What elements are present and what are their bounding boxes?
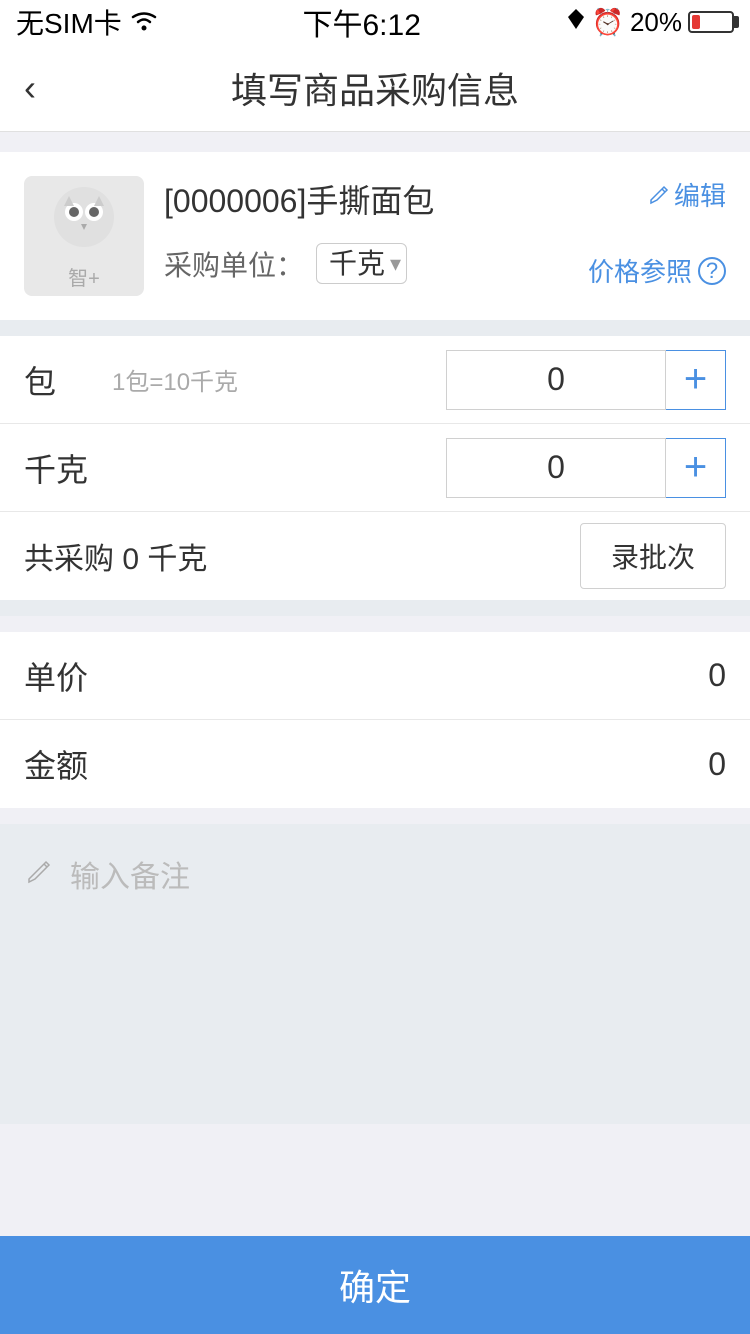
price-row-unit: 单价 0 xyxy=(0,632,750,720)
edit-label: 编辑 xyxy=(674,176,726,213)
price-row-amount: 金额 0 xyxy=(0,720,750,808)
product-card: 智+ [0000006]手撕面包 编辑 采购单位： 千克 包 xyxy=(0,152,750,320)
unit-price-label: 单价 xyxy=(24,653,88,699)
quantity-row-kg: 千克 + xyxy=(0,424,750,512)
divider-1 xyxy=(0,320,750,336)
unit-label: 采购单位： xyxy=(164,244,304,284)
quantity-section: 包 1包=10千克 + 千克 + xyxy=(0,336,750,512)
divider-2 xyxy=(0,600,750,616)
amount-label: 金额 xyxy=(24,741,88,787)
back-button[interactable]: ‹ xyxy=(24,67,36,109)
total-text: 共采购 0 千克 xyxy=(24,534,207,578)
carrier-label: 无SIM卡 xyxy=(16,2,122,42)
wifi-icon xyxy=(130,6,158,38)
notes-icon xyxy=(24,855,54,893)
battery-icon xyxy=(688,11,734,33)
product-image: 智+ xyxy=(24,176,144,296)
product-info: [0000006]手撕面包 编辑 采购单位： 千克 包 价格参照 ? xyxy=(164,176,726,289)
quantity-row-bao: 包 1包=10千克 + xyxy=(0,336,750,424)
status-bar-left: 无SIM卡 xyxy=(16,2,158,42)
price-ref-label: 价格参照 xyxy=(588,252,692,289)
edit-link[interactable]: 编辑 xyxy=(648,176,726,213)
price-ref-link[interactable]: 价格参照 ? xyxy=(588,252,726,289)
battery-percent: 20% xyxy=(630,7,682,38)
page-title: 填写商品采购信息 xyxy=(231,62,519,114)
bottom-spacer xyxy=(0,924,750,1124)
quantity-input-bao[interactable] xyxy=(446,350,666,410)
amount-value: 0 xyxy=(708,746,726,783)
quantity-label-bao: 包 xyxy=(24,357,104,403)
quantity-input-kg[interactable] xyxy=(446,438,666,498)
quantity-sublabel-bao: 1包=10千克 xyxy=(112,362,238,397)
notes-section[interactable]: 输入备注 xyxy=(0,824,750,924)
unit-select-wrapper[interactable]: 千克 包 xyxy=(316,243,407,284)
alarm-icon: ⏰ xyxy=(592,7,624,38)
quantity-plus-bao[interactable]: + xyxy=(666,350,726,410)
record-batch-button[interactable]: 录批次 xyxy=(580,523,726,589)
notes-placeholder: 输入备注 xyxy=(70,852,190,896)
status-bar: 无SIM卡 下午6:12 ⏰ 20% xyxy=(0,0,750,44)
unit-select[interactable]: 千克 包 xyxy=(316,243,407,284)
product-name: [0000006]手撕面包 xyxy=(164,176,434,222)
location-icon xyxy=(566,7,586,38)
product-brand-label: 智+ xyxy=(68,262,100,291)
quantity-input-wrap-kg: + xyxy=(104,438,726,498)
status-bar-right: ⏰ 20% xyxy=(566,7,734,38)
quantity-plus-kg[interactable]: + xyxy=(666,438,726,498)
status-bar-time: 下午6:12 xyxy=(302,0,420,44)
product-owl-icon xyxy=(49,182,119,262)
price-ref-help-icon[interactable]: ? xyxy=(698,257,726,285)
quantity-label-kg: 千克 xyxy=(24,445,104,491)
total-row: 共采购 0 千克 录批次 xyxy=(0,512,750,600)
nav-bar: ‹ 填写商品采购信息 xyxy=(0,44,750,132)
quantity-input-wrap-bao: + xyxy=(238,350,726,410)
price-section: 单价 0 金额 0 xyxy=(0,632,750,808)
confirm-button[interactable]: 确定 xyxy=(0,1236,750,1334)
unit-price-value: 0 xyxy=(708,657,726,694)
